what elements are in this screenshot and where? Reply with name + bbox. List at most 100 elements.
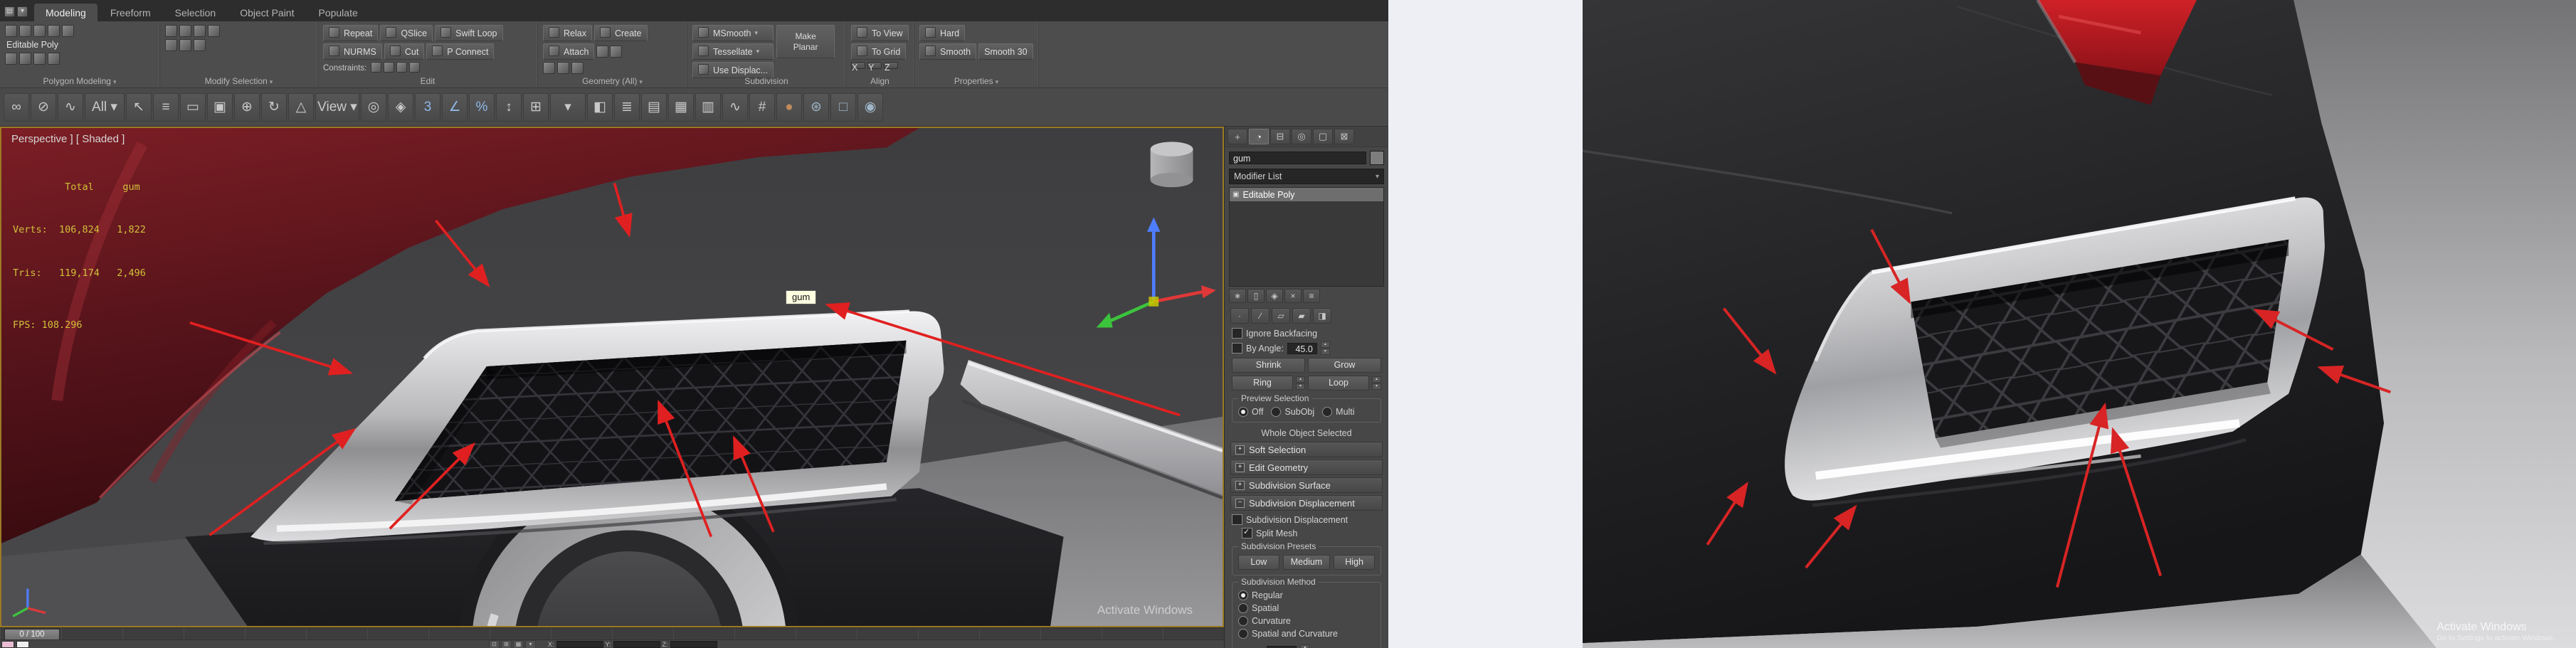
edit-geometry-rollout[interactable]: + Edit Geometry — [1230, 460, 1383, 475]
window-crossing-icon[interactable]: ▣ — [207, 92, 233, 122]
group-label-subdivision[interactable]: Subdivision — [687, 76, 845, 86]
motion-tab-icon[interactable]: ◎ — [1292, 129, 1311, 144]
render-production-icon[interactable]: ◉ — [857, 92, 883, 122]
constraint-face-icon[interactable] — [396, 62, 408, 73]
group-label-polygon-modeling[interactable]: Polygon Modeling ▾ — [0, 76, 159, 86]
remove-modifier-icon[interactable]: × — [1284, 289, 1302, 303]
preview-multi-radio[interactable] — [1322, 407, 1333, 417]
tab-selection[interactable]: Selection — [164, 4, 228, 21]
group-label-modify-selection[interactable]: Modify Selection ▾ — [160, 76, 317, 86]
select-and-link-icon[interactable]: ∞ — [4, 92, 29, 122]
group-label-geometry[interactable]: Geometry (All) ▾ — [538, 76, 687, 86]
polygon-subobject-icon[interactable]: ▰ — [1292, 308, 1311, 324]
border-subobject-icon[interactable]: ▱ — [1272, 308, 1290, 324]
nurms-button[interactable]: NURMS — [323, 43, 382, 60]
expand-icon[interactable]: + — [1235, 480, 1245, 490]
cut-button[interactable]: Cut — [384, 43, 425, 60]
make-planar-button[interactable]: Make Planar — [776, 25, 835, 58]
x-coordinate-field[interactable] — [556, 640, 603, 648]
editable-poly-label[interactable]: Editable Poly — [5, 39, 60, 51]
relax-button[interactable]: Relax — [543, 25, 592, 41]
schematic-view-icon[interactable]: # — [749, 92, 775, 122]
method-spatial-curvature-radio[interactable] — [1238, 629, 1248, 639]
pconnect-button[interactable]: P Connect — [426, 43, 495, 60]
show-end-result-icon[interactable]: ▯ — [1247, 289, 1265, 303]
element-subobject-icon[interactable]: ◨ — [1313, 308, 1331, 324]
modifier-list-dropdown[interactable]: Modifier List ▾ — [1229, 169, 1384, 184]
msmooth-button[interactable]: MSmooth ▾ — [692, 25, 774, 41]
percent-snap-icon[interactable]: % — [469, 92, 495, 122]
vertex-mode-icon[interactable] — [5, 25, 17, 37]
ribbon-config-icon[interactable]: ▤ — [4, 6, 15, 17]
spinner-snap-icon[interactable]: ↕ — [496, 92, 522, 122]
constraint-edge-icon[interactable] — [384, 62, 395, 73]
steps-value[interactable]: 1 — [1267, 645, 1297, 648]
element-mode-icon[interactable] — [62, 25, 74, 37]
outline-selection-icon[interactable] — [194, 39, 206, 51]
vertex-subobject-icon[interactable]: ∙ — [1230, 308, 1249, 324]
z-coordinate-field[interactable] — [670, 640, 717, 648]
cap-poly-icon[interactable] — [596, 46, 609, 58]
selection-lock-icon[interactable]: ⊡ — [489, 639, 500, 648]
stack-item-editable-poly[interactable]: ▣ Editable Poly — [1230, 188, 1383, 201]
preset-medium-button[interactable]: Medium — [1282, 555, 1331, 570]
configure-modifier-sets-icon[interactable]: ≡ — [1303, 289, 1320, 303]
tab-populate[interactable]: Populate — [307, 4, 369, 21]
time-slider-handle[interactable]: 0 / 100 — [4, 629, 60, 640]
angle-snap-icon[interactable]: ∠ — [442, 92, 468, 122]
align-z-button[interactable]: Z — [884, 62, 898, 73]
named-selection-sets-icon[interactable]: ⊞ — [523, 92, 549, 122]
select-and-manipulate-icon[interactable]: ◈ — [388, 92, 413, 122]
selection-region-icon[interactable]: ▭ — [180, 92, 206, 122]
maxscript-listener-row[interactable] — [16, 640, 29, 648]
display-tab-icon[interactable]: ▢ — [1313, 129, 1333, 144]
method-curvature-radio[interactable] — [1238, 616, 1248, 626]
swift-loop-button[interactable]: Swift Loop — [435, 25, 503, 41]
time-slider-track[interactable]: 0 / 100 — [0, 627, 1224, 640]
preset-high-button[interactable]: High — [1334, 555, 1375, 570]
edge-subobject-icon[interactable]: ∕ — [1251, 308, 1269, 324]
maxscript-mini-listener[interactable] — [1, 640, 14, 648]
attach-button[interactable]: Attach — [543, 43, 595, 60]
pin-stack-icon[interactable] — [5, 53, 17, 65]
quadrify-icon[interactable] — [610, 46, 623, 58]
pin-stack-icon[interactable]: ∗ — [1229, 289, 1246, 303]
group-label-edit[interactable]: Edit — [318, 76, 537, 86]
time-tag-icon[interactable]: ▾ — [525, 639, 536, 648]
modify-tab-icon[interactable]: ◔ — [1249, 129, 1269, 144]
collapse-icon[interactable] — [571, 62, 584, 74]
ring-button[interactable]: Ring — [1232, 376, 1293, 391]
soft-selection-rollout[interactable]: + Soft Selection — [1230, 442, 1383, 457]
named-sets-dropdown[interactable]: ▾ — [550, 92, 586, 122]
utilities-tab-icon[interactable]: ⊠ — [1334, 129, 1354, 144]
reference-coordinate-dropdown[interactable]: View ▾ — [315, 92, 359, 122]
subdivision-surface-rollout[interactable]: + Subdivision Surface — [1230, 477, 1383, 493]
y-coordinate-field[interactable] — [613, 640, 660, 648]
create-tab-icon[interactable]: + — [1228, 129, 1247, 144]
tessellate-button[interactable]: Tessellate ▾ — [692, 43, 774, 60]
ring-spinner[interactable]: ▴ ▾ — [1296, 376, 1305, 390]
loop-selection-icon[interactable] — [194, 25, 206, 37]
select-by-name-icon[interactable]: ≡ — [153, 92, 179, 122]
smooth-button[interactable]: Smooth — [919, 43, 977, 60]
detach-icon[interactable] — [543, 62, 555, 74]
constraint-normal-icon[interactable] — [409, 62, 421, 73]
absolute-mode-icon[interactable]: ⊞ — [501, 639, 512, 648]
modifier-stack[interactable]: ▣ Editable Poly — [1229, 187, 1384, 287]
loop-grow-icon[interactable] — [165, 39, 177, 51]
shrink-selection-icon[interactable] — [179, 25, 191, 37]
ring-selection-icon[interactable] — [208, 25, 220, 37]
preview-off-radio[interactable] — [1238, 407, 1248, 417]
hard-button[interactable]: Hard — [919, 25, 966, 41]
unlink-selection-icon[interactable]: ⊘ — [31, 92, 56, 122]
grow-button[interactable]: Grow — [1308, 358, 1381, 373]
loop-button[interactable]: Loop — [1308, 376, 1369, 391]
ignore-backfacing-checkbox[interactable] — [1232, 328, 1242, 339]
expand-icon[interactable]: + — [1235, 445, 1245, 455]
select-and-scale-icon[interactable]: △ — [288, 92, 314, 122]
preview-subobj-radio[interactable] — [1271, 407, 1282, 417]
subdivision-displacement-rollout[interactable]: − Subdivision Displacement — [1230, 495, 1383, 511]
bind-to-space-warp-icon[interactable]: ∿ — [58, 92, 83, 122]
tab-freeform[interactable]: Freeform — [99, 4, 162, 21]
loop-spinner[interactable]: ▴ ▾ — [1372, 376, 1381, 390]
